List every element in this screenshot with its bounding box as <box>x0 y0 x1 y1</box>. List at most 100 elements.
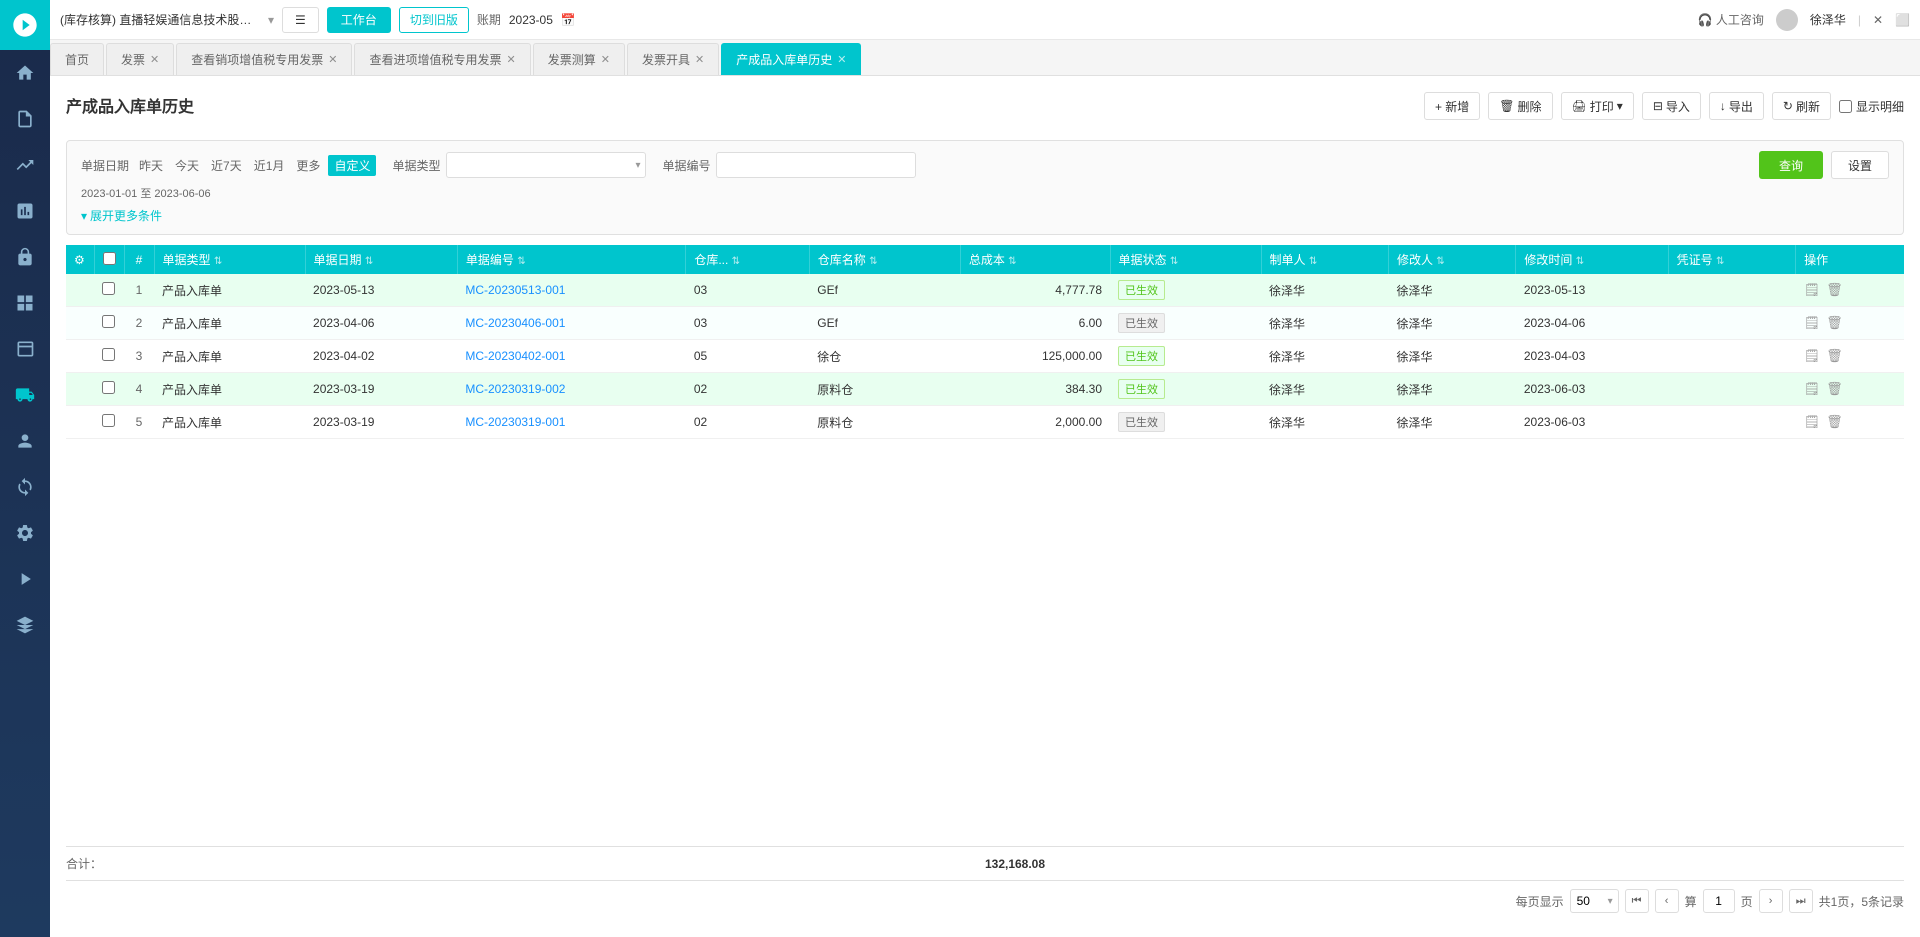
delete-action-1[interactable]: 🗑 <box>1826 315 1843 331</box>
col-date[interactable]: 单据日期 ⇅ <box>305 245 457 274</box>
tab-label-purchase-vat: 查看进项增值税专用发票 <box>369 51 501 68</box>
sidebar-item-doc[interactable] <box>0 96 50 142</box>
sidebar-item-refresh[interactable] <box>0 464 50 510</box>
settings-button[interactable]: 设置 <box>1831 151 1889 179</box>
view-action-4[interactable]: 🗒 <box>1804 414 1821 430</box>
tab-close-purchase-vat[interactable]: ✕ <box>507 53 516 66</box>
number-link-4[interactable]: MC-20230319-001 <box>465 415 565 429</box>
row-checkbox-4[interactable] <box>102 414 115 427</box>
query-button[interactable]: 查询 <box>1759 151 1823 179</box>
import-button[interactable]: ⊟ 导入 <box>1642 92 1701 120</box>
col-warehouse-code[interactable]: 仓库... ⇅ <box>686 245 809 274</box>
tab-close-history[interactable]: ✕ <box>837 53 846 66</box>
select-all-checkbox[interactable] <box>103 252 116 265</box>
window-maximize-icon[interactable]: ⬜ <box>1895 13 1910 27</box>
filter-1month[interactable]: 近1月 <box>250 155 289 176</box>
filter-7days[interactable]: 近7天 <box>207 155 246 176</box>
per-page-select[interactable]: 50 100 200 <box>1570 889 1619 913</box>
filter-yesterday[interactable]: 昨天 <box>135 155 167 176</box>
filter-custom[interactable]: 自定义 <box>328 155 376 176</box>
sidebar-item-play[interactable] <box>0 556 50 602</box>
col-total-cost[interactable]: 总成本 ⇅ <box>960 245 1110 274</box>
filter-date-range: 2023-01-01 至 2023-06-06 <box>81 188 211 200</box>
view-action-0[interactable]: 🗒 <box>1804 282 1821 298</box>
new-button[interactable]: + 新增 <box>1424 92 1480 120</box>
tab-close-sales-vat[interactable]: ✕ <box>328 53 337 66</box>
col-number[interactable]: 单据编号 ⇅ <box>457 245 685 274</box>
page-number-input[interactable] <box>1703 889 1735 913</box>
col-creator[interactable]: 制单人 ⇅ <box>1261 245 1388 274</box>
show-detail-checkbox-label[interactable]: 显示明细 <box>1839 92 1904 120</box>
service-button[interactable]: 🎧 人工咨询 <box>1698 11 1764 28</box>
tab-calc[interactable]: 发票测算 ✕ <box>533 43 625 75</box>
sidebar-item-person[interactable] <box>0 418 50 464</box>
tab-invoice[interactable]: 发票 ✕ <box>106 43 174 75</box>
expand-filter-button[interactable]: ▾ 展开更多条件 <box>81 207 1889 224</box>
tab-sales-vat[interactable]: 查看销项增值税专用发票 ✕ <box>176 43 352 75</box>
cell-wcode-1: 03 <box>686 307 809 340</box>
switch-version-button[interactable]: 切到旧版 <box>399 7 469 33</box>
col-settings[interactable]: ⚙ <box>66 245 94 274</box>
number-link-2[interactable]: MC-20230402-001 <box>465 349 565 363</box>
calendar-icon[interactable]: 📅 <box>561 13 576 27</box>
sidebar-item-chart[interactable] <box>0 142 50 188</box>
workbench-button[interactable]: 工作台 <box>327 7 391 33</box>
refresh-button[interactable]: ↻ 刷新 <box>1772 92 1831 120</box>
view-action-2[interactable]: 🗒 <box>1804 348 1821 364</box>
number-link-0[interactable]: MC-20230513-001 <box>465 283 565 297</box>
col-type[interactable]: 单据类型 ⇅ <box>154 245 305 274</box>
filter-area: 单据日期 昨天 今天 近7天 近1月 更多 自定义 单据类型 <box>66 140 1904 235</box>
delete-action-0[interactable]: 🗑 <box>1826 282 1843 298</box>
tab-issue[interactable]: 发票开具 ✕ <box>627 43 719 75</box>
sidebar-item-analytics[interactable] <box>0 188 50 234</box>
sidebar-item-lock[interactable] <box>0 234 50 280</box>
tab-history[interactable]: 产成品入库单历史 ✕ <box>721 43 861 75</box>
doc-icon-btn[interactable]: ☰ <box>282 7 319 33</box>
first-page-button[interactable]: ⏮ <box>1625 889 1649 913</box>
col-modifier[interactable]: 修改人 ⇅ <box>1388 245 1515 274</box>
sidebar-item-warehouse[interactable] <box>0 372 50 418</box>
show-detail-checkbox[interactable] <box>1839 100 1852 113</box>
view-action-1[interactable]: 🗒 <box>1804 315 1821 331</box>
sidebar-item-home[interactable] <box>0 50 50 96</box>
next-page-button[interactable]: › <box>1759 889 1783 913</box>
tab-home[interactable]: 首页 <box>50 43 104 75</box>
number-link-3[interactable]: MC-20230319-002 <box>465 382 565 396</box>
filter-row-2: 2023-01-01 至 2023-06-06 <box>81 185 1889 201</box>
user-name[interactable]: 徐泽华 <box>1810 11 1846 28</box>
filter-more[interactable]: 更多 <box>292 155 324 176</box>
pagination: 每页显示 50 100 200 ⏮ ‹ 算 页 › ⏭ 共1页，5条记录 <box>66 880 1904 921</box>
col-warehouse-name[interactable]: 仓库名称 ⇅ <box>809 245 960 274</box>
tab-close-invoice[interactable]: ✕ <box>150 53 159 66</box>
view-action-3[interactable]: 🗒 <box>1804 381 1821 397</box>
prev-page-button[interactable]: ‹ <box>1655 889 1679 913</box>
filter-today[interactable]: 今天 <box>171 155 203 176</box>
row-checkbox-1[interactable] <box>102 315 115 328</box>
sidebar-item-table[interactable] <box>0 326 50 372</box>
print-button[interactable]: 🖨 打印 ▾ <box>1561 92 1634 120</box>
export-button[interactable]: ↓ 导出 <box>1709 92 1764 120</box>
cell-date-1: 2023-04-06 <box>305 307 457 340</box>
tab-close-calc[interactable]: ✕ <box>601 53 610 66</box>
tab-close-issue[interactable]: ✕ <box>695 53 704 66</box>
col-modify-time[interactable]: 修改时间 ⇅ <box>1516 245 1668 274</box>
sidebar-item-v[interactable] <box>0 602 50 648</box>
delete-action-3[interactable]: 🗑 <box>1826 381 1843 397</box>
col-voucher[interactable]: 凭证号 ⇅ <box>1668 245 1795 274</box>
sidebar-item-grid[interactable] <box>0 280 50 326</box>
row-checkbox-3[interactable] <box>102 381 115 394</box>
cell-rownum-0: 1 <box>124 274 154 307</box>
filter-number-input[interactable] <box>716 152 916 178</box>
window-close-icon[interactable]: ✕ <box>1873 13 1883 27</box>
delete-button[interactable]: 🗑 删 删除 删除 <box>1488 92 1552 120</box>
filter-type-select[interactable]: 产品入库单 <box>446 152 646 178</box>
delete-action-4[interactable]: 🗑 <box>1826 414 1843 430</box>
col-status[interactable]: 单据状态 ⇅ <box>1110 245 1261 274</box>
tab-purchase-vat[interactable]: 查看进项增值税专用发票 ✕ <box>354 43 530 75</box>
row-checkbox-0[interactable] <box>102 282 115 295</box>
number-link-1[interactable]: MC-20230406-001 <box>465 316 565 330</box>
row-checkbox-2[interactable] <box>102 348 115 361</box>
sidebar-item-settings[interactable] <box>0 510 50 556</box>
delete-action-2[interactable]: 🗑 <box>1826 348 1843 364</box>
last-page-button[interactable]: ⏭ <box>1789 889 1813 913</box>
